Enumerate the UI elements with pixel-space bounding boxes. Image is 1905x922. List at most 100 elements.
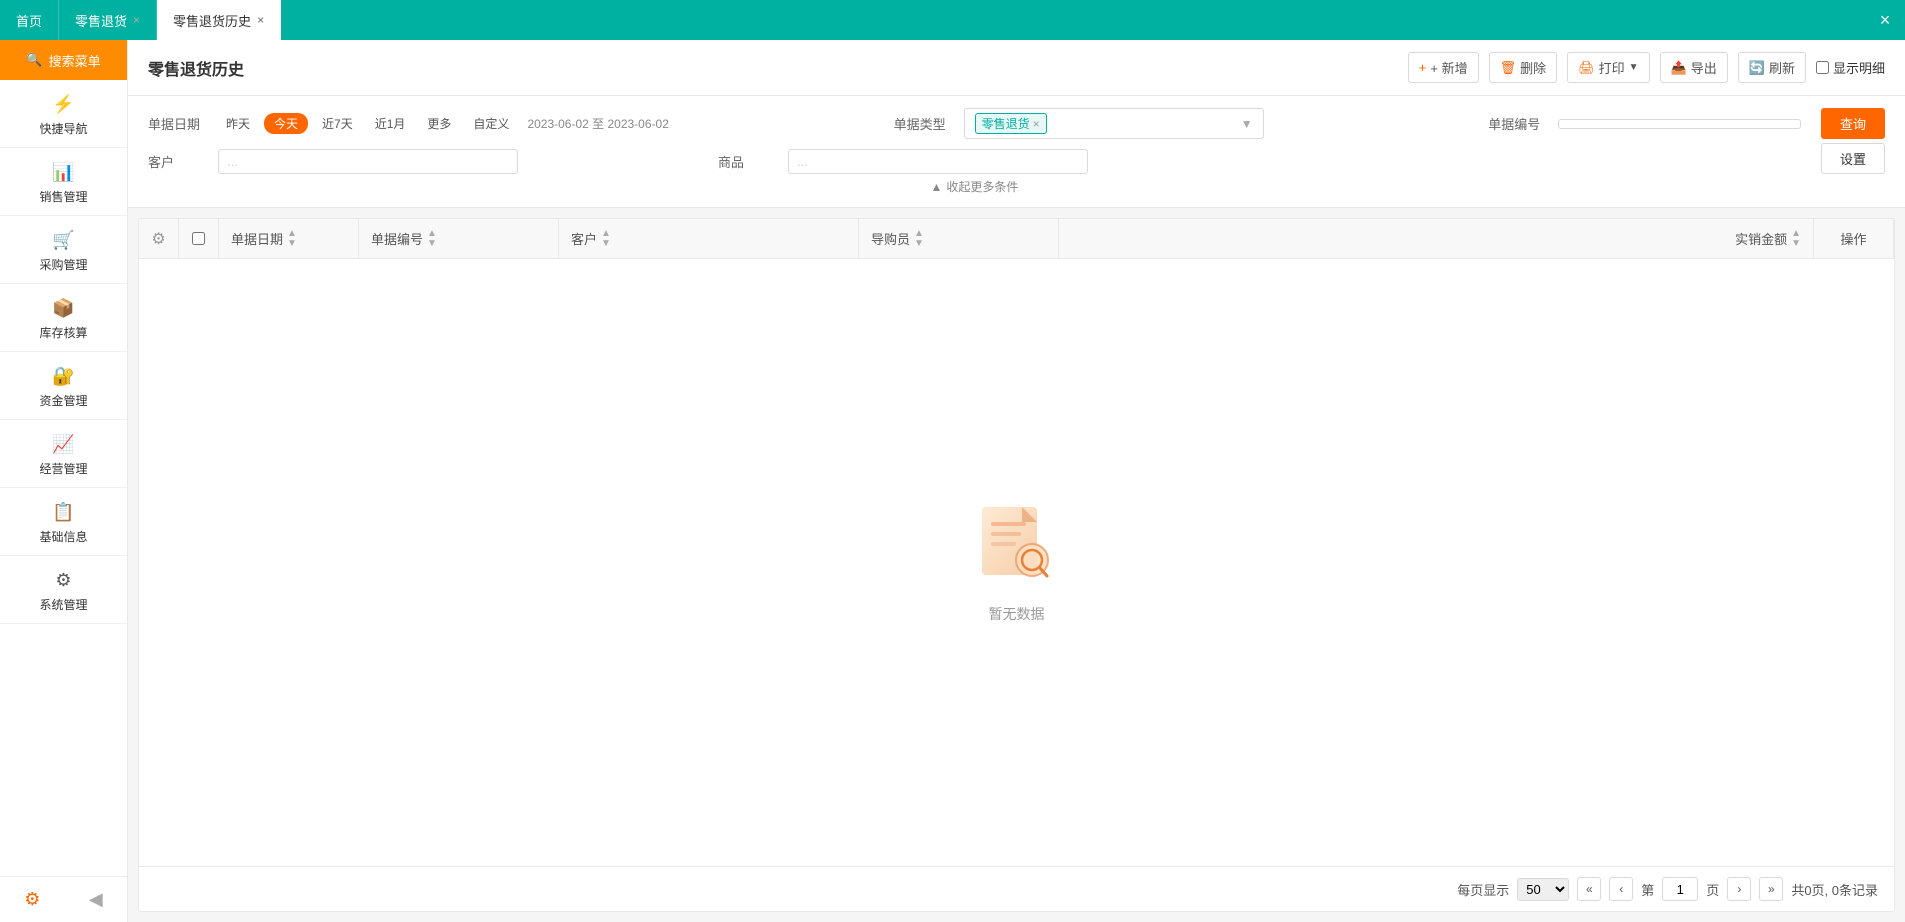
goods-label: 商品: [718, 152, 788, 171]
prev-page-button[interactable]: ‹: [1609, 877, 1633, 901]
sidebar-item-system[interactable]: ⚙ 系统管理: [0, 556, 127, 624]
goods-input[interactable]: ...: [788, 149, 1088, 174]
type-tag-remove[interactable]: ×: [1033, 117, 1040, 131]
display-detail-checkbox[interactable]: 显示明细: [1816, 58, 1885, 77]
collapse-up-icon: ▲: [931, 180, 943, 194]
date-more[interactable]: 更多: [419, 113, 459, 134]
filter-main: 单据日期 昨天 今天 近7天 近1月 更多 自定义 2023-06-02 至 2…: [148, 108, 1801, 195]
table-area: ⚙ 单据日期 ▲▼ 单据编号 ▲▼ 客户 ▲▼ 导购员: [138, 218, 1895, 912]
collapse-label: 收起更多条件: [946, 178, 1018, 195]
sidebar-item-sales-label: 销售管理: [39, 188, 87, 205]
display-detail-input[interactable]: [1816, 61, 1829, 74]
th-action: 操作: [1814, 219, 1894, 258]
toolbar: + + 新增 🗑 删除 🖨 打印 ▼ 📤 导出 🔄: [1408, 52, 1885, 83]
sidebar-settings-icon[interactable]: ⚙: [24, 889, 40, 910]
new-button[interactable]: + + 新增: [1408, 52, 1479, 83]
customer-placeholder: ...: [227, 154, 238, 169]
select-all-checkbox[interactable]: [192, 232, 205, 245]
refresh-label: 刷新: [1769, 58, 1795, 77]
last-page-button[interactable]: »: [1759, 877, 1783, 901]
th-customer[interactable]: 客户 ▲▼: [559, 219, 859, 258]
customer-input[interactable]: ...: [218, 149, 518, 174]
number-label: 单据编号: [1488, 114, 1558, 133]
table-body: 暂无数据: [139, 259, 1894, 866]
sidebar-search[interactable]: 🔍 搜索菜单: [0, 40, 127, 80]
date-today[interactable]: 今天: [264, 113, 308, 134]
content-area: 零售退货历史 + + 新增 🗑 删除 🖨 打印 ▼ 📤 导出: [128, 40, 1905, 922]
th-settings[interactable]: ⚙: [139, 219, 179, 258]
tab-retail-return-history-close[interactable]: ×: [257, 13, 264, 27]
date-range-display: 2023-06-02 至 2023-06-02: [527, 115, 668, 132]
date-custom[interactable]: 自定义: [465, 113, 517, 134]
sales-icon: 📊: [52, 162, 74, 183]
tab-home[interactable]: 首页: [0, 0, 59, 40]
print-label: 打印: [1599, 58, 1625, 77]
tab-retail-return-close[interactable]: ×: [133, 13, 140, 27]
sidebar-item-system-label: 系统管理: [39, 596, 87, 613]
empty-svg-icon: [967, 502, 1067, 592]
th-checkbox[interactable]: [179, 219, 219, 258]
sidebar-item-purchase-label: 采购管理: [39, 256, 87, 273]
new-label: + 新增: [1430, 58, 1467, 77]
sidebar-item-purchase[interactable]: 🛒 采购管理: [0, 216, 127, 284]
first-page-button[interactable]: «: [1577, 877, 1601, 901]
print-icon: 🖨: [1578, 60, 1595, 76]
filter-section: 单据日期 昨天 今天 近7天 近1月 更多 自定义 2023-06-02 至 2…: [148, 108, 1885, 195]
export-icon: 📤: [1671, 60, 1687, 76]
finance-icon: 🔐: [52, 366, 74, 387]
th-customer-label: 客户: [571, 229, 597, 248]
page-number-input[interactable]: [1662, 877, 1698, 901]
sidebar-collapse-icon[interactable]: ◀: [89, 889, 103, 910]
sidebar-item-base-info-label: 基础信息: [39, 528, 87, 545]
filter-row-2: 客户 ... 商品 ...: [148, 149, 1801, 174]
date-yesterday[interactable]: 昨天: [218, 113, 258, 134]
sidebar-bottom: ⚙ ◀: [0, 876, 127, 922]
amount-sort-icon: ▲▼: [1791, 229, 1801, 249]
operations-icon: 📈: [52, 434, 74, 455]
settings-button[interactable]: 设置: [1821, 143, 1885, 174]
sidebar-item-base-info[interactable]: 📋 基础信息: [0, 488, 127, 556]
type-selector[interactable]: 零售退货 × ▼: [964, 108, 1264, 139]
sidebar-item-finance[interactable]: 🔐 资金管理: [0, 352, 127, 420]
type-selector-arrow: ▼: [1241, 117, 1253, 131]
window-close-button[interactable]: ×: [1865, 0, 1905, 40]
print-button[interactable]: 🖨 打印 ▼: [1567, 52, 1649, 83]
export-button[interactable]: 📤 导出: [1660, 52, 1728, 83]
date-7days[interactable]: 近7天: [314, 113, 361, 134]
total-info: 共0页, 0条记录: [1791, 880, 1878, 899]
next-page-button[interactable]: ›: [1727, 877, 1751, 901]
refresh-button[interactable]: 🔄 刷新: [1738, 52, 1806, 83]
sidebar-item-quick-nav[interactable]: ⚡ 快捷导航: [0, 80, 127, 148]
empty-state: 暂无数据: [967, 502, 1067, 624]
collapse-button[interactable]: ▲ 收起更多条件: [931, 178, 1019, 195]
sidebar-item-sales[interactable]: 📊 销售管理: [0, 148, 127, 216]
sidebar-item-finance-label: 资金管理: [39, 392, 87, 409]
date-filter: 昨天 今天 近7天 近1月 更多 自定义 2023-06-02 至 2023-0…: [218, 113, 669, 134]
th-date[interactable]: 单据日期 ▲▼: [219, 219, 359, 258]
filter-actions: 查询 设置: [1821, 108, 1885, 174]
date-1month[interactable]: 近1月: [367, 113, 414, 134]
query-button[interactable]: 查询: [1821, 108, 1885, 139]
tab-retail-return-history[interactable]: 零售退货历史 ×: [157, 0, 281, 40]
date-sort-icon: ▲▼: [287, 229, 297, 249]
search-icon: 🔍: [26, 52, 42, 68]
sidebar-item-quick-nav-label: 快捷导航: [39, 120, 87, 137]
delete-button[interactable]: 🗑 删除: [1489, 52, 1558, 83]
number-input[interactable]: [1558, 119, 1801, 129]
tab-home-label: 首页: [16, 11, 42, 30]
filter-row-1: 单据日期 昨天 今天 近7天 近1月 更多 自定义 2023-06-02 至 2…: [148, 108, 1801, 139]
page-header: 零售退货历史 + + 新增 🗑 删除 🖨 打印 ▼ 📤 导出: [128, 40, 1905, 96]
page-title: 零售退货历史: [148, 56, 244, 80]
sidebar-item-operations[interactable]: 📈 经营管理: [0, 420, 127, 488]
th-guide[interactable]: 导购员 ▲▼: [859, 219, 1059, 258]
new-icon: +: [1419, 60, 1427, 75]
sidebar-item-inventory[interactable]: 📦 库存核算: [0, 284, 127, 352]
tab-retail-return[interactable]: 零售退货 ×: [59, 0, 157, 40]
page-size-select[interactable]: 50 20 100: [1517, 878, 1569, 901]
date-label: 单据日期: [148, 114, 218, 133]
system-icon: ⚙: [55, 570, 71, 591]
th-amount[interactable]: 实销金额 ▲▼: [1059, 219, 1814, 258]
customer-sort-icon: ▲▼: [601, 229, 611, 249]
nav-tabs: 首页 零售退货 × 零售退货历史 ×: [0, 0, 1865, 40]
th-number[interactable]: 单据编号 ▲▼: [359, 219, 559, 258]
